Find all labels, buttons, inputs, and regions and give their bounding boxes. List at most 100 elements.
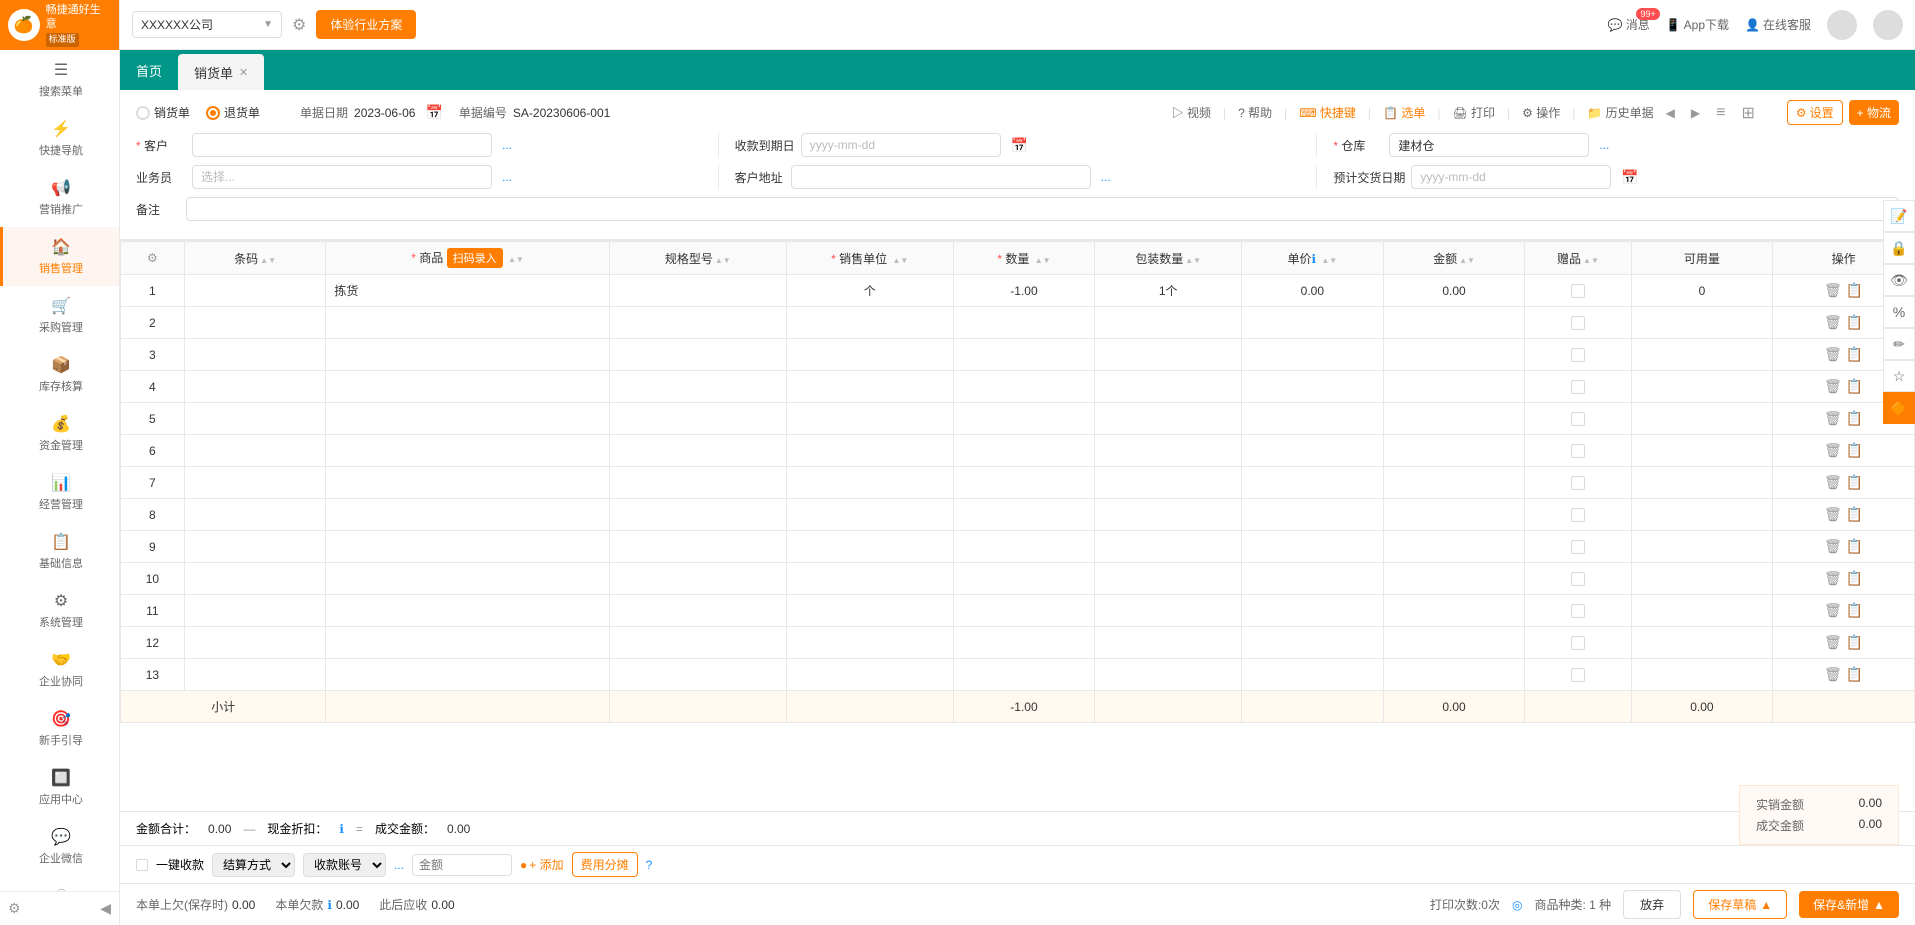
- copy-row-icon-11[interactable]: 📋: [1846, 634, 1863, 651]
- cell-quantity-5[interactable]: [953, 435, 1095, 467]
- sidebar-item-finance[interactable]: 💰 资金管理: [0, 404, 119, 463]
- sidebar-collapse-btn[interactable]: ◀: [100, 900, 111, 917]
- discard-button[interactable]: 放弃: [1623, 890, 1681, 919]
- cell-unit-price-3[interactable]: [1242, 371, 1384, 403]
- sidebar-item-member[interactable]: ♾ 畅会员: [0, 876, 119, 891]
- cell-unit-price-7[interactable]: [1242, 499, 1384, 531]
- cell-spec-11[interactable]: [609, 627, 786, 659]
- cell-barcode-0[interactable]: [184, 275, 326, 307]
- sidebar-item-app-center[interactable]: 🔲 应用中心: [0, 758, 119, 817]
- cell-unit-price-0[interactable]: 0.00: [1242, 275, 1384, 307]
- cell-gift-3[interactable]: [1525, 371, 1631, 403]
- sidebar-item-purchase[interactable]: 🛒 采购管理: [0, 286, 119, 345]
- address-input[interactable]: [791, 165, 1091, 189]
- copy-row-icon-0[interactable]: 📋: [1846, 282, 1863, 299]
- expense-button[interactable]: 费用分摊: [572, 852, 638, 877]
- cell-quantity-2[interactable]: [953, 339, 1095, 371]
- cell-unit-price-2[interactable]: [1242, 339, 1384, 371]
- cell-spec-10[interactable]: [609, 595, 786, 627]
- tab-sales-order[interactable]: 销货单 ✕: [178, 54, 264, 90]
- delete-row-icon-9[interactable]: 🗑: [1824, 570, 1842, 587]
- notes-input[interactable]: [186, 197, 1899, 221]
- delete-row-icon-0[interactable]: 🗑: [1824, 282, 1842, 299]
- sidebar-item-search[interactable]: ☰ 搜索菜单: [0, 50, 119, 109]
- sidebar-item-marketing[interactable]: 📢 营销推广: [0, 168, 119, 227]
- help-btn[interactable]: ? 帮助: [1238, 104, 1272, 121]
- copy-row-icon-1[interactable]: 📋: [1846, 314, 1863, 331]
- discount-info-icon[interactable]: ℹ: [339, 822, 344, 836]
- cell-unit-price-6[interactable]: [1242, 467, 1384, 499]
- cell-quantity-9[interactable]: [953, 563, 1095, 595]
- due-date-calendar-icon[interactable]: 📅: [1011, 137, 1028, 154]
- delete-row-icon-10[interactable]: 🗑: [1824, 602, 1842, 619]
- salesman-input[interactable]: [192, 165, 492, 189]
- message-button[interactable]: 💬 消息 99+: [1608, 16, 1650, 33]
- cell-gift-8[interactable]: [1525, 531, 1631, 563]
- save-draft-button[interactable]: 保存草稿 ▲: [1693, 890, 1787, 919]
- delete-row-icon-3[interactable]: 🗑: [1824, 378, 1842, 395]
- cell-spec-1[interactable]: [609, 307, 786, 339]
- sidebar-item-quick-nav[interactable]: ⚡ 快捷导航: [0, 109, 119, 168]
- product-sort[interactable]: ▲▼: [508, 255, 524, 264]
- delete-row-icon-4[interactable]: 🗑: [1824, 410, 1842, 427]
- cell-spec-7[interactable]: [609, 499, 786, 531]
- cell-gift-4[interactable]: [1525, 403, 1631, 435]
- cell-barcode-10[interactable]: [184, 595, 326, 627]
- cell-barcode-12[interactable]: [184, 659, 326, 691]
- cell-gift-6[interactable]: [1525, 467, 1631, 499]
- delete-row-icon-8[interactable]: 🗑: [1824, 538, 1842, 555]
- company-selector[interactable]: XXXXXX公司 ▼: [132, 11, 282, 38]
- sidebar-item-enterprise[interactable]: 🤝 企业协同: [0, 640, 119, 699]
- cell-spec-3[interactable]: [609, 371, 786, 403]
- price-info-icon[interactable]: ℹ: [1311, 252, 1316, 266]
- cell-spec-12[interactable]: [609, 659, 786, 691]
- right-tool-orange[interactable]: 🔶: [1883, 392, 1915, 424]
- cell-barcode-9[interactable]: [184, 563, 326, 595]
- cell-quantity-3[interactable]: [953, 371, 1095, 403]
- tab-close-icon[interactable]: ✕: [239, 66, 248, 79]
- delete-row-icon-6[interactable]: 🗑: [1824, 474, 1842, 491]
- right-tool-lock[interactable]: 🔒: [1883, 232, 1915, 264]
- save-new-dropdown-icon[interactable]: ▲: [1873, 898, 1885, 912]
- expense-info-icon[interactable]: ?: [646, 858, 653, 872]
- cell-spec-9[interactable]: [609, 563, 786, 595]
- app-download-button[interactable]: 📱 App下载: [1666, 16, 1729, 33]
- cell-gift-11[interactable]: [1525, 627, 1631, 659]
- cell-quantity-1[interactable]: [953, 307, 1095, 339]
- copy-row-icon-6[interactable]: 📋: [1846, 474, 1863, 491]
- account-dots[interactable]: ...: [394, 858, 404, 872]
- copy-row-icon-8[interactable]: 📋: [1846, 538, 1863, 555]
- cell-unit-price-9[interactable]: [1242, 563, 1384, 595]
- cell-barcode-2[interactable]: [184, 339, 326, 371]
- cell-gift-10[interactable]: [1525, 595, 1631, 627]
- cell-quantity-7[interactable]: [953, 499, 1095, 531]
- cell-quantity-4[interactable]: [953, 403, 1095, 435]
- payment-method-select[interactable]: 结算方式: [212, 853, 295, 877]
- settings-button[interactable]: ⚙ 设置: [1787, 100, 1843, 125]
- sidebar-settings-btn[interactable]: ⚙: [8, 900, 21, 917]
- amount-input[interactable]: [412, 854, 512, 876]
- salesman-dots[interactable]: ...: [502, 170, 512, 184]
- right-tool-note[interactable]: 📝: [1883, 200, 1915, 232]
- cell-gift-1[interactable]: [1525, 307, 1631, 339]
- save-draft-dropdown-icon[interactable]: ▲: [1760, 898, 1772, 912]
- nav-next[interactable]: ▶: [1691, 106, 1700, 120]
- cell-gift-7[interactable]: [1525, 499, 1631, 531]
- cell-barcode-1[interactable]: [184, 307, 326, 339]
- cell-barcode-4[interactable]: [184, 403, 326, 435]
- cell-quantity-0[interactable]: -1.00: [953, 275, 1095, 307]
- copy-row-icon-2[interactable]: 📋: [1846, 346, 1863, 363]
- unit-price-sort[interactable]: ▲▼: [1321, 256, 1337, 265]
- expected-date-calendar-icon[interactable]: 📅: [1621, 169, 1638, 186]
- shortcuts-btn[interactable]: ⌨ 快捷键: [1299, 104, 1356, 121]
- cell-unit-price-12[interactable]: [1242, 659, 1384, 691]
- cell-quantity-11[interactable]: [953, 627, 1095, 659]
- cell-spec-0[interactable]: [609, 275, 786, 307]
- amount-sort[interactable]: ▲▼: [1459, 256, 1475, 265]
- cell-barcode-6[interactable]: [184, 467, 326, 499]
- nav-prev[interactable]: ◀: [1666, 106, 1675, 120]
- cell-spec-5[interactable]: [609, 435, 786, 467]
- sidebar-item-wechat[interactable]: 💬 企业微信: [0, 817, 119, 876]
- trial-button[interactable]: 体验行业方案: [316, 10, 416, 39]
- cell-spec-4[interactable]: [609, 403, 786, 435]
